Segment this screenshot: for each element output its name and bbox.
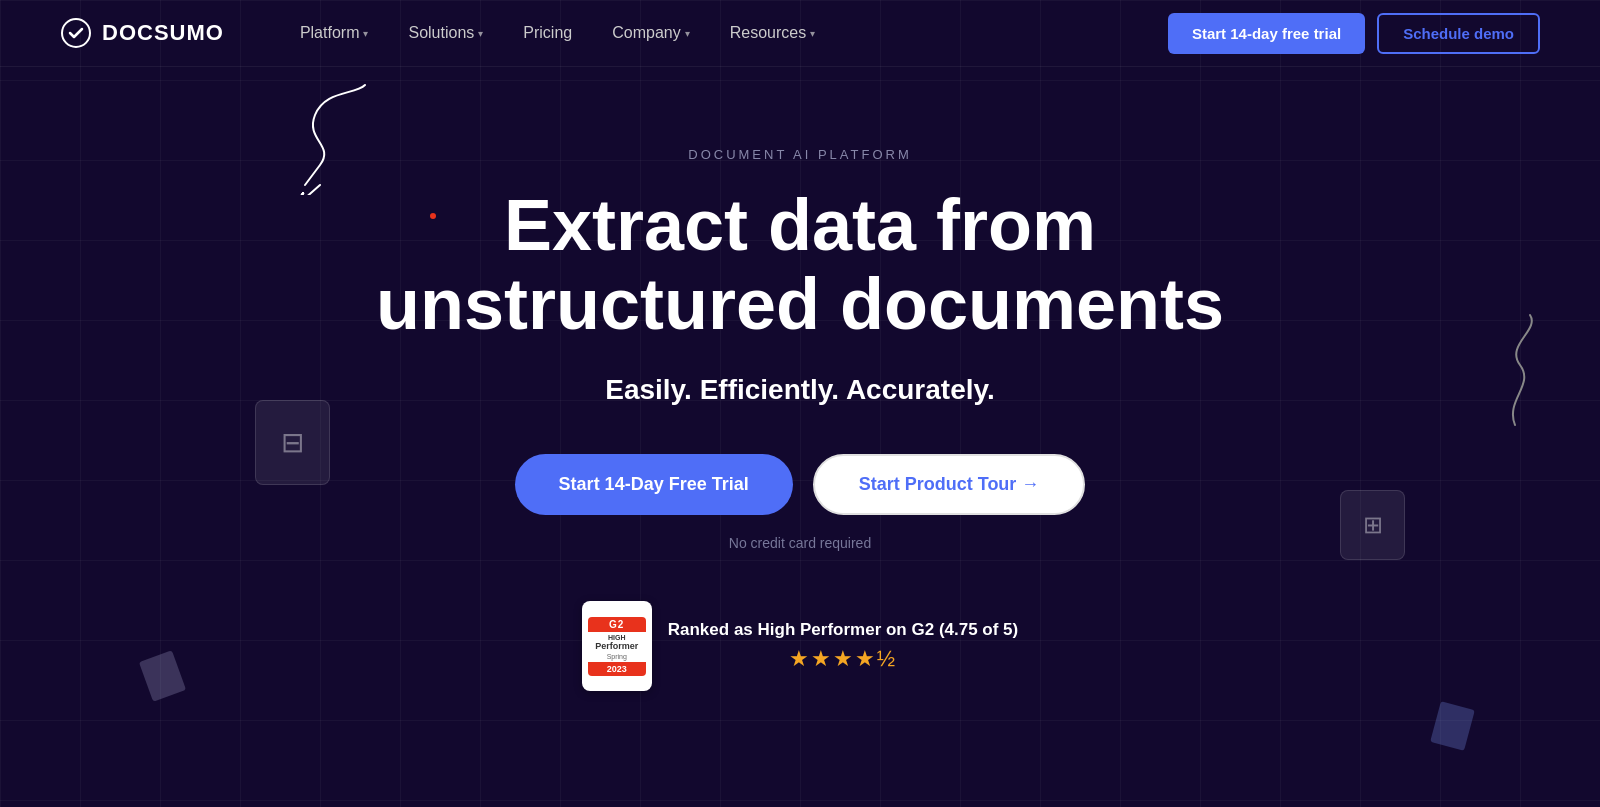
nav-demo-button[interactable]: Schedule demo xyxy=(1377,13,1540,54)
nav-pricing[interactable]: Pricing xyxy=(507,16,588,50)
logo[interactable]: DOCSUMO xyxy=(60,17,224,49)
g2-high-label: High xyxy=(608,634,626,641)
g2-badge-area: G2 High Performer Spring 2023 Ranked as … xyxy=(582,601,1018,691)
hero-tour-button[interactable]: Start Product Tour → xyxy=(813,454,1086,515)
no-credit-card-note: No credit card required xyxy=(729,535,871,551)
nav-company[interactable]: Company ▾ xyxy=(596,16,705,50)
g2-red-top: G2 xyxy=(588,617,646,632)
hero-title-line1: Extract data from xyxy=(504,185,1096,265)
hero-section: DOCUMENT AI PLATFORM Extract data from u… xyxy=(0,67,1600,691)
company-chevron-icon: ▾ xyxy=(685,28,690,39)
g2-performer-label: Performer xyxy=(595,641,638,651)
nav-links: Platform ▾ Solutions ▾ Pricing Company ▾… xyxy=(284,16,1168,50)
g2-spring-label: Spring xyxy=(607,653,627,660)
g2-badge-inner: G2 High Performer Spring 2023 xyxy=(582,601,652,691)
g2-badge-body: High Performer Spring xyxy=(593,632,640,662)
g2-ranked-text: Ranked as High Performer on G2 (4.75 of … xyxy=(668,620,1018,640)
solutions-chevron-icon: ▾ xyxy=(478,28,483,39)
hero-subtitle: Easily. Efficiently. Accurately. xyxy=(605,374,995,406)
nav-resources[interactable]: Resources ▾ xyxy=(714,16,831,50)
resources-chevron-icon: ▾ xyxy=(810,28,815,39)
g2-stars: ★★★★½ xyxy=(668,646,1018,672)
g2-badge: G2 High Performer Spring 2023 xyxy=(582,601,652,691)
platform-chevron-icon: ▾ xyxy=(363,28,368,39)
nav-actions: Start 14-day free trial Schedule demo xyxy=(1168,13,1540,54)
nav-platform[interactable]: Platform ▾ xyxy=(284,16,385,50)
logo-text: DOCSUMO xyxy=(102,20,224,46)
hero-title-line2: unstructured documents xyxy=(376,264,1224,344)
decorative-paper-right xyxy=(1430,701,1475,751)
svg-point-0 xyxy=(62,19,90,47)
hero-title: Extract data from unstructured documents xyxy=(376,186,1224,344)
nav-solutions[interactable]: Solutions ▾ xyxy=(392,16,499,50)
g2-year-label: 2023 xyxy=(588,662,646,676)
hero-eyebrow: DOCUMENT AI PLATFORM xyxy=(688,147,911,162)
logo-icon xyxy=(60,17,92,49)
nav-trial-button[interactable]: Start 14-day free trial xyxy=(1168,13,1365,54)
hero-trial-button[interactable]: Start 14-Day Free Trial xyxy=(515,454,793,515)
navbar: DOCSUMO Platform ▾ Solutions ▾ Pricing C… xyxy=(0,0,1600,67)
hero-buttons: Start 14-Day Free Trial Start Product To… xyxy=(515,454,1086,515)
g2-text: Ranked as High Performer on G2 (4.75 of … xyxy=(668,620,1018,672)
